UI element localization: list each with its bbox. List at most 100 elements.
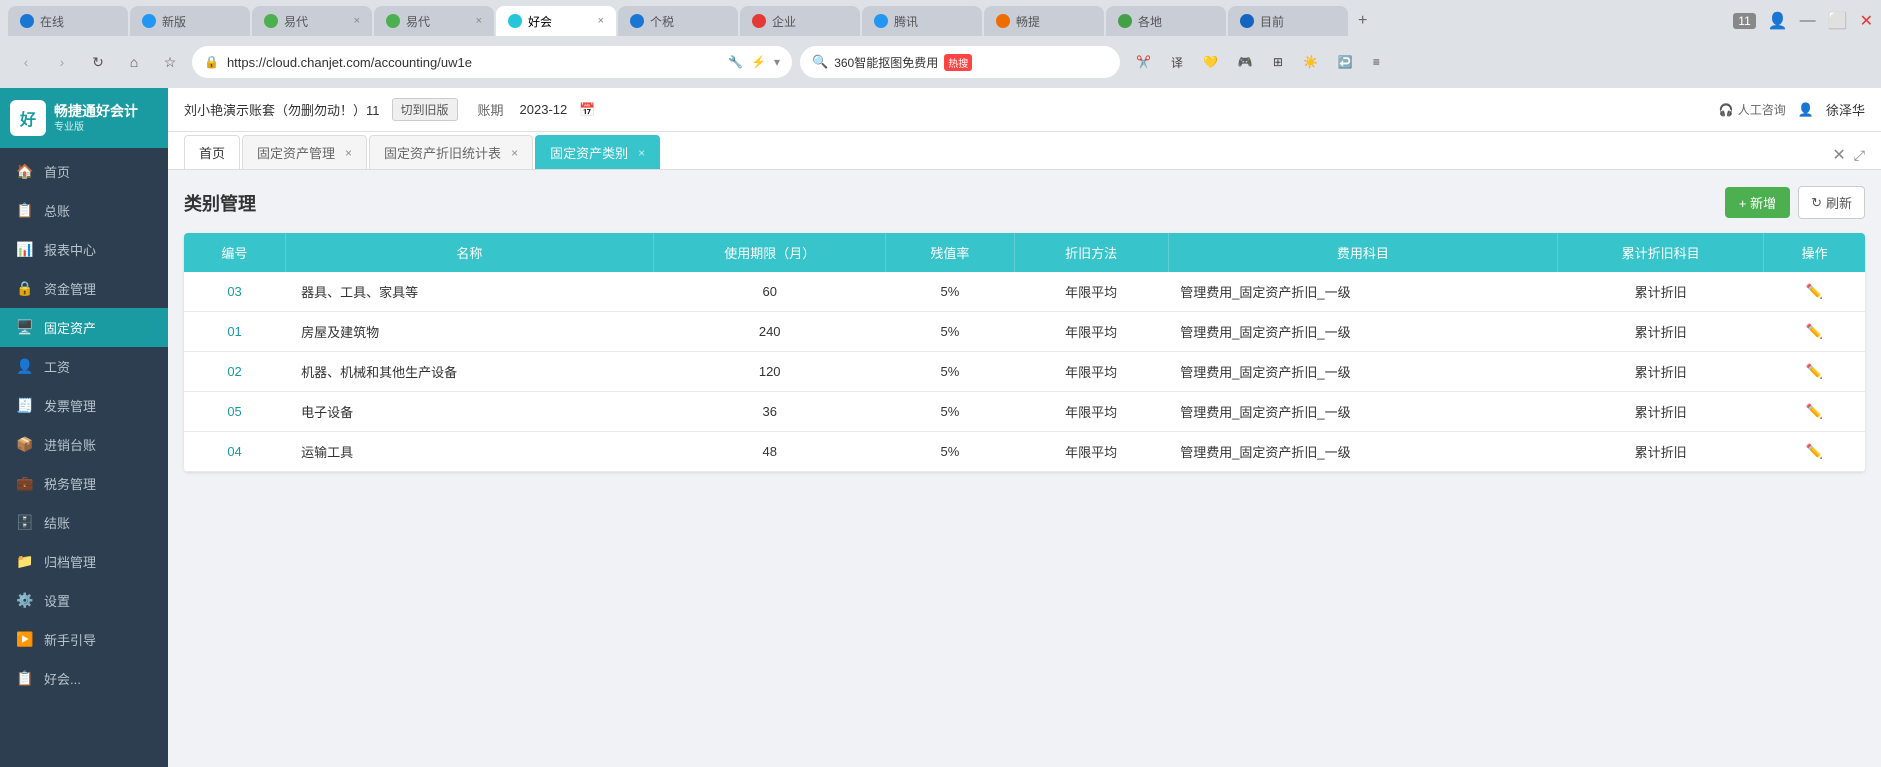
tab-close-4[interactable]: × <box>598 15 604 27</box>
search-bar[interactable]: 🔍 360智能抠图免费用 热搜 <box>800 46 1120 78</box>
panel-expand-icon[interactable]: ⤢ <box>1854 147 1865 164</box>
undo-tool[interactable]: ↩️ <box>1330 51 1361 73</box>
profile-icon[interactable]: 👤 <box>1768 11 1788 31</box>
forward-button[interactable]: › <box>48 48 76 76</box>
browser-tab-6[interactable]: 企业 <box>740 6 860 36</box>
translate-tool[interactable]: 译 <box>1163 50 1191 75</box>
sidebar-item-payroll-label: 工资 <box>44 357 70 376</box>
service-label: 人工咨询 <box>1738 101 1786 118</box>
sidebar-item-invoices[interactable]: 🧾 发票管理 <box>0 386 168 425</box>
wallet-tool[interactable]: 💛 <box>1195 51 1226 73</box>
browser-tab-2[interactable]: 易代 × <box>252 6 372 36</box>
sidebar-item-settings[interactable]: ⚙️ 设置 <box>0 581 168 620</box>
cell-period-2: 120 <box>654 352 886 392</box>
sidebar-item-guide[interactable]: ▶️ 新手引导 <box>0 620 168 659</box>
tab-count-badge: 11 <box>1733 13 1755 29</box>
tab-depreciation-report[interactable]: 固定资产折旧统计表 × <box>369 135 533 169</box>
sidebar-item-funds[interactable]: 🔒 资金管理 <box>0 269 168 308</box>
sidebar-item-settings-label: 设置 <box>44 591 70 610</box>
service-button[interactable]: 🎧 人工咨询 <box>1719 101 1786 118</box>
sidebar-item-inventory[interactable]: 📦 进销台账 <box>0 425 168 464</box>
game-tool[interactable]: 🎮 <box>1230 51 1261 73</box>
scissors-tool[interactable]: ✂️ <box>1128 51 1159 73</box>
new-tab-button[interactable]: + <box>1350 6 1375 36</box>
tab-depreciation-report-close[interactable]: × <box>511 146 518 160</box>
sidebar-item-fixed-assets[interactable]: 🖥️ 固定资产 <box>0 308 168 347</box>
sidebar-item-ledger[interactable]: 📋 总账 <box>0 191 168 230</box>
action-buttons: + 新增 ↻ 刷新 <box>1725 186 1865 219</box>
refresh-button[interactable]: ↻ 刷新 <box>1798 186 1865 219</box>
tab-close-2[interactable]: × <box>354 15 360 27</box>
browser-tab-7[interactable]: 腾讯 <box>862 6 982 36</box>
browser-tab-5[interactable]: 个税 <box>618 6 738 36</box>
tab-asset-categories[interactable]: 固定资产类别 × <box>535 135 660 169</box>
tab-label-6: 企业 <box>772 13 848 30</box>
sidebar-item-archive[interactable]: 📁 归档管理 <box>0 542 168 581</box>
close-window-button[interactable]: ✕ <box>1860 11 1873 31</box>
cell-action-2: ✏️ <box>1764 352 1865 392</box>
cell-subject-1: 管理费用_固定资产折旧_一级 <box>1168 312 1557 352</box>
sidebar-item-payroll[interactable]: 👤 工资 <box>0 347 168 386</box>
cell-period-0: 60 <box>654 272 886 312</box>
edit-button-3[interactable]: ✏️ <box>1806 403 1823 419</box>
home-button[interactable]: ⌂ <box>120 48 148 76</box>
tab-close-3[interactable]: × <box>476 15 482 27</box>
page-title-row: 类别管理 + 新增 ↻ 刷新 <box>184 186 1865 219</box>
inventory-icon: 📦 <box>16 436 34 454</box>
tab-fixed-asset-mgmt-close[interactable]: × <box>345 146 352 160</box>
search-text: 360智能抠图免费用 <box>834 54 938 71</box>
sidebar-item-ledger-label: 总账 <box>44 201 70 220</box>
cell-method-0: 年限平均 <box>1014 272 1168 312</box>
cell-action-1: ✏️ <box>1764 312 1865 352</box>
edit-button-1[interactable]: ✏️ <box>1806 323 1823 339</box>
reload-button[interactable]: ↻ <box>84 48 112 76</box>
archive-icon: 📁 <box>16 553 34 571</box>
cell-method-3: 年限平均 <box>1014 392 1168 432</box>
browser-tab-3[interactable]: 易代 × <box>374 6 494 36</box>
minimize-button[interactable]: — <box>1800 12 1816 30</box>
funds-icon: 🔒 <box>16 280 34 298</box>
dropdown-icon[interactable]: ▾ <box>774 55 780 69</box>
refresh-icon: ↻ <box>1811 195 1822 211</box>
logo-sub: 专业版 <box>54 121 138 134</box>
maximize-button[interactable]: ⬜ <box>1828 11 1848 31</box>
add-button[interactable]: + 新增 <box>1725 187 1790 218</box>
period-label: 账期 <box>478 100 504 119</box>
top-bar-right: 🎧 人工咨询 👤 徐泽华 <box>1719 100 1865 119</box>
calendar-icon[interactable]: 📅 <box>579 102 595 118</box>
sidebar-item-tax[interactable]: 💼 税务管理 <box>0 464 168 503</box>
edit-button-4[interactable]: ✏️ <box>1806 443 1823 459</box>
back-button[interactable]: ‹ <box>12 48 40 76</box>
col-accum: 累计折旧科目 <box>1558 233 1764 272</box>
tab-home[interactable]: 首页 <box>184 135 240 169</box>
grid-tool[interactable]: ⊞ <box>1265 51 1291 73</box>
cell-subject-2: 管理费用_固定资产折旧_一级 <box>1168 352 1557 392</box>
sidebar-item-reports[interactable]: 📊 报表中心 <box>0 230 168 269</box>
bookmark-button[interactable]: ☆ <box>156 48 184 76</box>
site-info-icon[interactable]: 🔧 <box>728 55 743 69</box>
browser-tab-0[interactable]: 在线 <box>8 6 128 36</box>
lightning-icon[interactable]: ⚡ <box>751 55 766 69</box>
browser-tab-10[interactable]: 目前 <box>1228 6 1348 36</box>
tab-fixed-asset-mgmt-label: 固定资产管理 <box>257 143 335 162</box>
browser-tab-8[interactable]: 畅提 <box>984 6 1104 36</box>
security-lock-icon: 🔒 <box>204 55 219 69</box>
browser-tab-9[interactable]: 各地 <box>1106 6 1226 36</box>
menu-tool[interactable]: ≡ <box>1365 51 1388 73</box>
edit-button-2[interactable]: ✏️ <box>1806 363 1823 379</box>
sidebar-item-misc[interactable]: 📋 好会... <box>0 659 168 698</box>
brightness-tool[interactable]: ☀️ <box>1295 51 1326 73</box>
tab-asset-categories-close[interactable]: × <box>638 146 645 160</box>
url-bar[interactable]: 🔒 https://cloud.chanjet.com/accounting/u… <box>192 46 792 78</box>
tab-home-label: 首页 <box>199 143 225 162</box>
cell-code-2: 02 <box>184 352 285 392</box>
browser-tab-1[interactable]: 新版 <box>130 6 250 36</box>
switch-version-button[interactable]: 切到旧版 <box>392 98 458 121</box>
cell-code-3: 05 <box>184 392 285 432</box>
browser-tab-4[interactable]: 好会 × <box>496 6 616 36</box>
sidebar-item-closing[interactable]: 🗄️ 结账 <box>0 503 168 542</box>
edit-button-0[interactable]: ✏️ <box>1806 283 1823 299</box>
sidebar-item-home[interactable]: 🏠 首页 <box>0 152 168 191</box>
tab-fixed-asset-mgmt[interactable]: 固定资产管理 × <box>242 135 367 169</box>
panel-close-icon[interactable]: ✕ <box>1832 145 1845 165</box>
